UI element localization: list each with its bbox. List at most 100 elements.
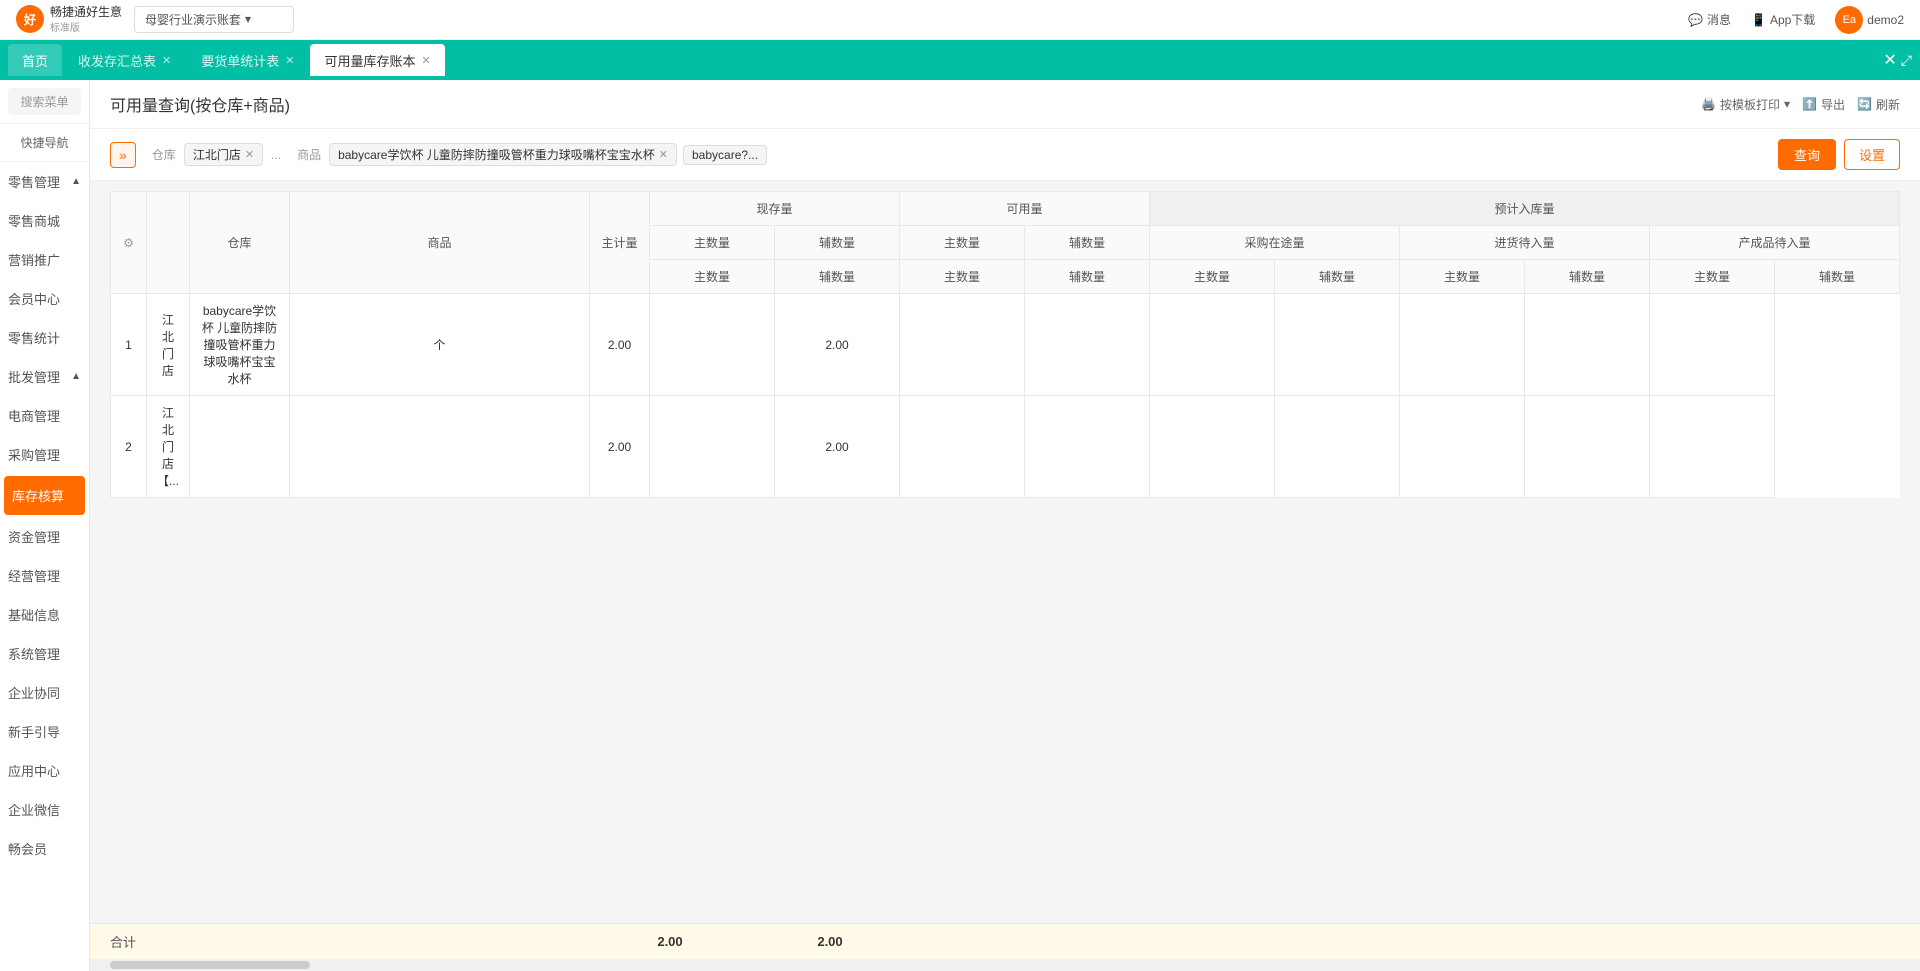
tab-available[interactable]: 可用量库存账本 ✕: [310, 44, 444, 76]
sidebar-item-inventory[interactable]: 库存核算: [4, 476, 85, 515]
export-btn[interactable]: ⬆️ 导出: [1802, 96, 1845, 113]
page-header: 可用量查询(按仓库+商品) 🖨️ 按模板打印 ▾ ⬆️ 导出 🔄 刷新: [90, 80, 1920, 129]
td-unit-1: [290, 396, 590, 498]
sidebar-item-quick-nav[interactable]: 快捷导航: [0, 128, 89, 157]
top-bar-right: 💬 消息 📱 App下载 Ea demo2: [1688, 6, 1904, 34]
sidebar-item-zero-shop[interactable]: 零售商城: [0, 201, 89, 240]
search-menu-btn[interactable]: 搜索菜单: [8, 88, 81, 115]
th-purchase-main: 主数量: [1150, 260, 1275, 294]
sidebar: 搜索菜单 快捷导航 零售管理 ▲ 零售商城 营销推广 会员中心 零售统计 批发管…: [0, 80, 90, 971]
warehouse-tag-0: 江北门店 ✕: [184, 143, 263, 166]
table-settings-icon[interactable]: ⚙: [123, 236, 134, 250]
td-production-main-1: [1525, 396, 1650, 498]
sidebar-item-zero-retail[interactable]: 零售管理 ▲: [0, 162, 89, 201]
refresh-icon: 🔄: [1857, 97, 1872, 111]
query-btn[interactable]: 查询: [1778, 139, 1836, 170]
warehouse-filter: 仓库 江北门店 ✕ ...: [152, 143, 281, 166]
td-product-0: babycare学饮杯 儿童防摔防撞吸管杯重力球吸嘴杯宝宝水杯: [190, 294, 290, 396]
td-available-main-1: 2.00: [775, 396, 900, 498]
settings-btn[interactable]: 设置: [1844, 139, 1900, 170]
chevron-icon: ▲: [71, 176, 81, 187]
sidebar-item-zero-stats[interactable]: 零售统计: [0, 318, 89, 357]
refresh-btn[interactable]: 🔄 刷新: [1857, 96, 1900, 113]
nav-expand-icon[interactable]: ⤢: [1901, 52, 1912, 69]
top-bar-left: 好 畅捷通好生意 标准版 母婴行业演示账套 ▾: [16, 5, 294, 34]
tag-close-warehouse[interactable]: ✕: [245, 148, 254, 161]
filter-right: 查询 设置: [1778, 139, 1900, 170]
header-actions: 🖨️ 按模板打印 ▾ ⬆️ 导出 🔄 刷新: [1701, 96, 1900, 113]
sidebar-item-marketing[interactable]: 营销推广: [0, 240, 89, 279]
logo-text: 畅捷通好生意 标准版: [50, 5, 122, 34]
td-production-aux-1: [1650, 396, 1775, 498]
th-s-aux2: 辅数量: [775, 260, 900, 294]
tab-close-available[interactable]: ✕: [422, 54, 431, 67]
td-purchase-aux-0: [1150, 294, 1275, 396]
td-available-aux-1: [900, 396, 1025, 498]
avatar: Ea: [1835, 6, 1863, 34]
sidebar-item-member2[interactable]: 畅会员: [0, 829, 89, 868]
td-incoming-main-1: [1275, 396, 1400, 498]
sidebar-item-system[interactable]: 系统管理: [0, 634, 89, 673]
sidebar-item-wholesale[interactable]: 批发管理 ▲: [0, 357, 89, 396]
td-purchase-main-1: [1025, 396, 1150, 498]
tab-home[interactable]: 首页: [8, 44, 62, 76]
tab-close-requisition[interactable]: ✕: [285, 54, 294, 67]
layout: 搜索菜单 快捷导航 零售管理 ▲ 零售商城 营销推广 会员中心 零售统计 批发管…: [0, 80, 1920, 971]
th-warehouse: 仓库: [190, 192, 290, 294]
th-stock-group: 现存量: [650, 192, 900, 226]
sidebar-item-member[interactable]: 会员中心: [0, 279, 89, 318]
user-profile[interactable]: Ea demo2: [1835, 6, 1904, 34]
th-stock-main: 主数量: [650, 226, 775, 260]
th-available-main: 主数量: [900, 226, 1025, 260]
sidebar-item-appstore[interactable]: 应用中心: [0, 751, 89, 790]
export-icon: ⬆️: [1802, 97, 1817, 111]
main-content: 可用量查询(按仓库+商品) 🖨️ 按模板打印 ▾ ⬆️ 导出 🔄 刷新 »: [90, 80, 1920, 971]
footer-stock-aux: [710, 934, 790, 949]
tag-close-product-0[interactable]: ✕: [659, 148, 668, 161]
product-tag-0: babycare学饮杯 儿童防摔防撞吸管杯重力球吸嘴杯宝宝水杯 ✕: [329, 143, 677, 166]
td-warehouse-0: 江北门店: [147, 294, 190, 396]
th-stock-aux: 辅数量: [775, 226, 900, 260]
th-purchase-aux: 辅数量: [1275, 260, 1400, 294]
table-row: 2 江北门店【... 2.00 2.00: [111, 396, 1900, 498]
th-planned-group: 预计入库量: [1150, 192, 1900, 226]
td-purchase-aux-1: [1150, 396, 1275, 498]
product-filter: 商品 babycare学饮杯 儿童防摔防撞吸管杯重力球吸嘴杯宝宝水杯 ✕ bab…: [297, 143, 767, 166]
sidebar-item-operation[interactable]: 经营管理: [0, 556, 89, 595]
message-btn[interactable]: 💬 消息: [1688, 11, 1731, 28]
industry-selector[interactable]: 母婴行业演示账套 ▾: [134, 6, 294, 33]
td-no-0: 1: [111, 294, 147, 396]
table-row: 1 江北门店 babycare学饮杯 儿童防摔防撞吸管杯重力球吸嘴杯宝宝水杯 个…: [111, 294, 1900, 396]
nav-close-icon[interactable]: ✕: [1883, 50, 1896, 70]
sidebar-item-guide[interactable]: 新手引导: [0, 712, 89, 751]
sidebar-item-finance[interactable]: 资金管理: [0, 517, 89, 556]
scroll-thumb[interactable]: [110, 961, 310, 969]
sidebar-menu: 零售管理 ▲ 零售商城 营销推广 会员中心 零售统计 批发管理 ▲ 电商管理: [0, 162, 89, 971]
th-incoming-aux: 辅数量: [1525, 260, 1650, 294]
td-stock-aux-1: [650, 396, 775, 498]
td-available-main-0: 2.00: [775, 294, 900, 396]
sidebar-item-enterprise[interactable]: 企业协同: [0, 673, 89, 712]
template-print-btn[interactable]: 🖨️ 按模板打印 ▾: [1701, 96, 1790, 113]
th-incoming-group: 进货待入量: [1400, 226, 1650, 260]
tab-requisition[interactable]: 要货单统计表 ✕: [187, 44, 308, 76]
chevron-down-icon-print: ▾: [1784, 97, 1790, 111]
tab-close-receive[interactable]: ✕: [162, 54, 171, 67]
sidebar-item-wechat[interactable]: 企业微信: [0, 790, 89, 829]
table-footer: 合计 2.00 2.00: [90, 923, 1920, 959]
th-product: 商品: [290, 192, 590, 294]
th-available-aux: 辅数量: [1025, 226, 1150, 260]
sidebar-item-purchase[interactable]: 采购管理: [0, 435, 89, 474]
td-production-aux-0: [1650, 294, 1775, 396]
mobile-icon: 📱: [1751, 13, 1766, 27]
sidebar-item-ecommerce[interactable]: 电商管理: [0, 396, 89, 435]
message-icon: 💬: [1688, 13, 1703, 27]
app-download-btn[interactable]: 📱 App下载: [1751, 11, 1815, 28]
chevron-icon-wholesale: ▲: [71, 371, 81, 382]
tab-receive[interactable]: 收发存汇总表 ✕: [64, 44, 185, 76]
filter-expand-btn[interactable]: »: [110, 142, 136, 168]
td-incoming-aux-0: [1400, 294, 1525, 396]
footer-label: 合计: [110, 932, 170, 951]
sidebar-item-basic[interactable]: 基础信息: [0, 595, 89, 634]
td-no-1: 2: [111, 396, 147, 498]
